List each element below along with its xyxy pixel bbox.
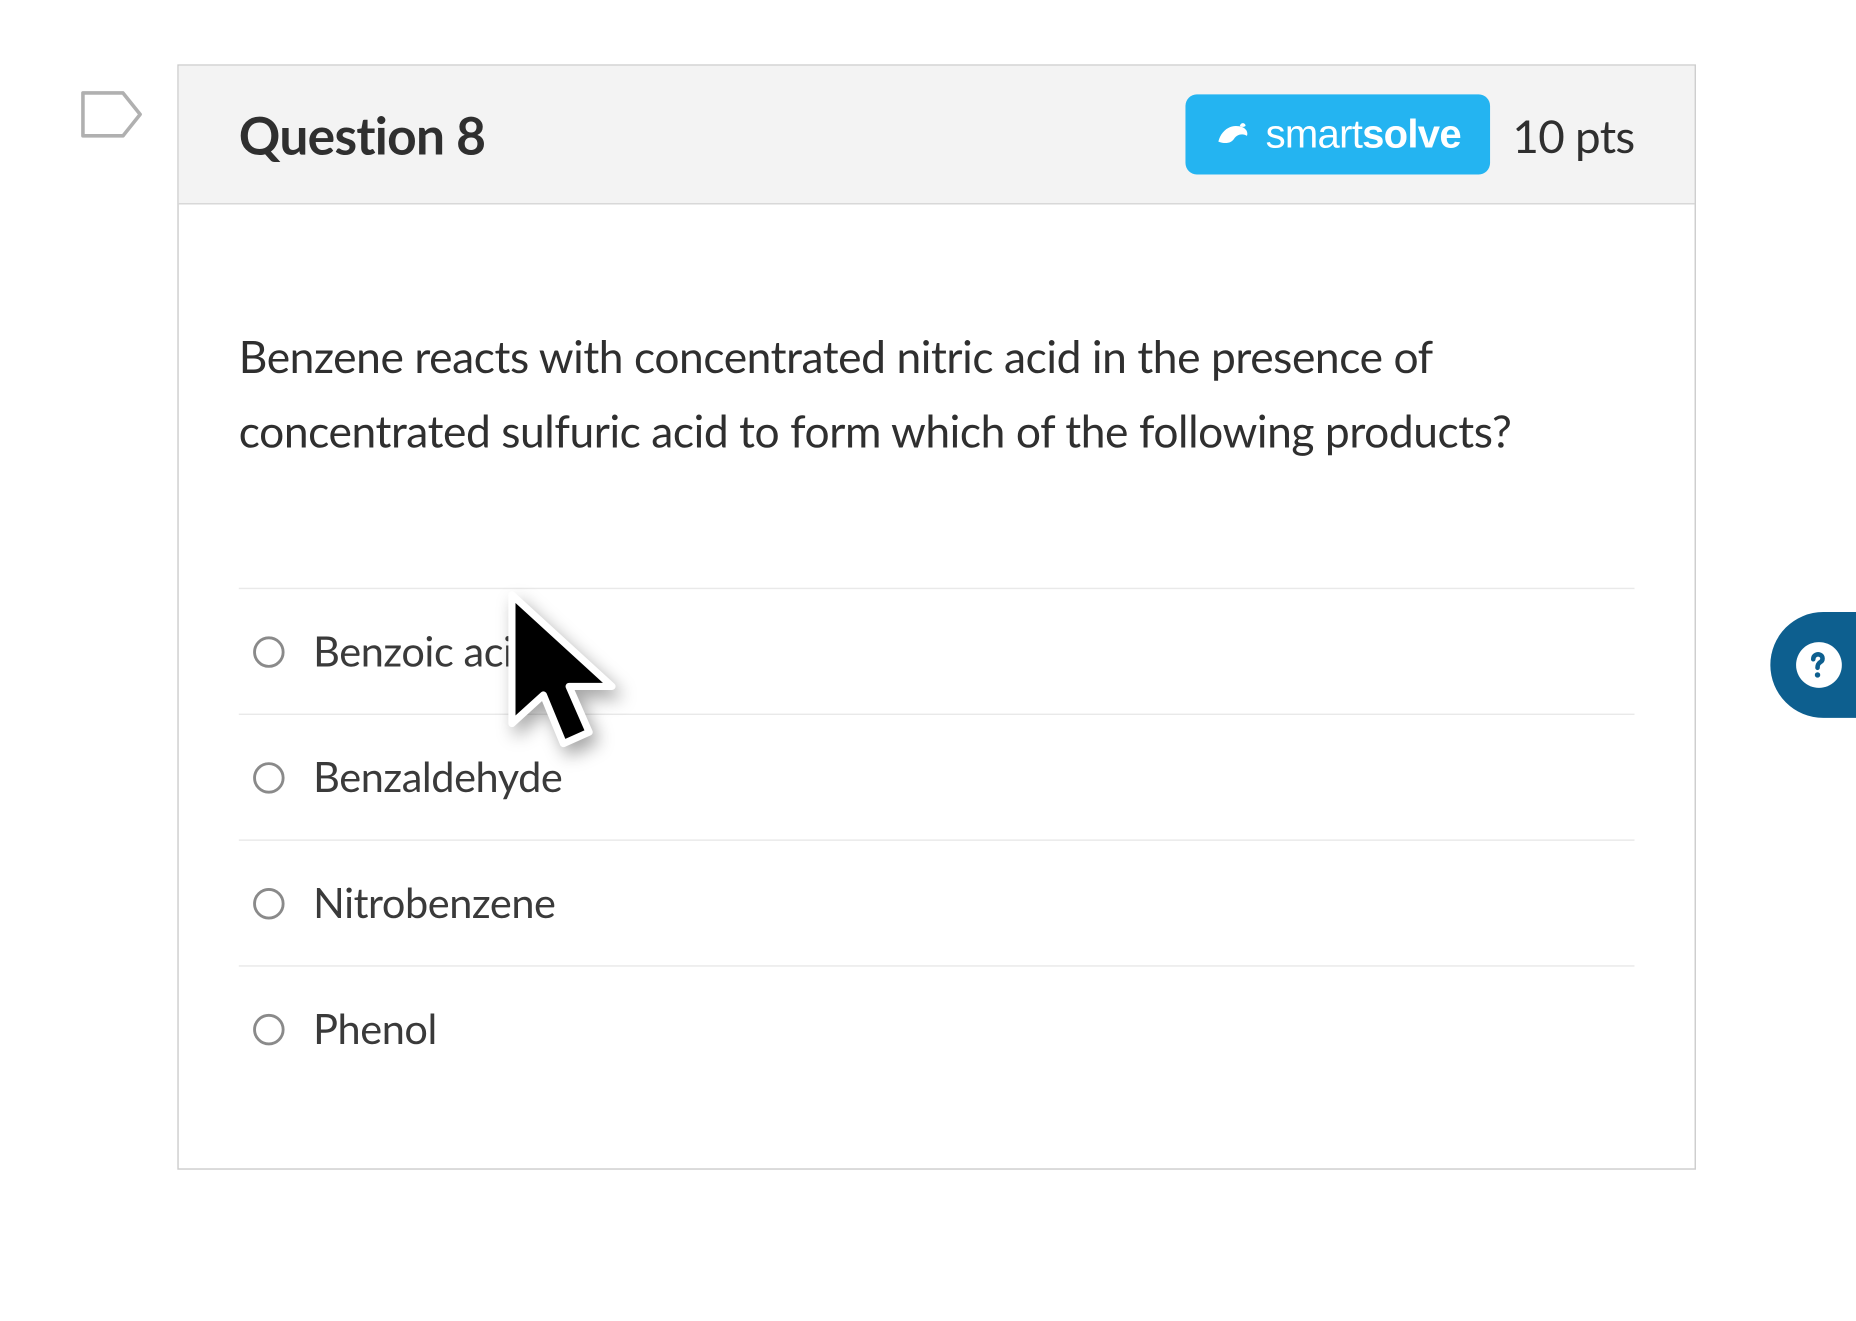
question-mark-icon	[1796, 642, 1842, 688]
radio-icon	[253, 636, 284, 667]
radio-icon	[253, 762, 284, 793]
question-header: Question 8 smartsolve 10 pts	[179, 66, 1695, 205]
help-tab-button[interactable]	[1770, 612, 1856, 718]
question-body: Benzene reacts with concentrated nitric …	[179, 204, 1695, 1168]
answers-list: Benzoic acid Benzaldehyde Nitrobenzene P…	[239, 588, 1635, 1083]
points-label: 10 pts	[1512, 107, 1634, 163]
radio-icon	[253, 888, 284, 919]
answer-label: Benzoic acid	[313, 627, 535, 677]
answer-label: Benzaldehyde	[313, 752, 562, 802]
question-prompt: Benzene reacts with concentrated nitric …	[239, 319, 1635, 468]
dolphin-icon	[1214, 116, 1251, 153]
bookmark-flag-icon[interactable]	[80, 90, 143, 139]
header-right: smartsolve 10 pts	[1185, 94, 1634, 174]
answer-option[interactable]: Nitrobenzene	[239, 840, 1635, 966]
answer-option[interactable]: Phenol	[239, 965, 1635, 1082]
question-card: Question 8 smartsolve 10 pts Benzene rea…	[177, 64, 1696, 1170]
answer-label: Phenol	[313, 1004, 437, 1054]
answer-label: Nitrobenzene	[313, 878, 555, 928]
answer-option[interactable]: Benzoic acid	[239, 588, 1635, 714]
question-title: Question 8	[239, 103, 485, 166]
smartsolve-button[interactable]: smartsolve	[1185, 94, 1489, 174]
radio-icon	[253, 1013, 284, 1044]
smartsolve-label: smartsolve	[1266, 112, 1461, 158]
answer-option[interactable]: Benzaldehyde	[239, 714, 1635, 840]
